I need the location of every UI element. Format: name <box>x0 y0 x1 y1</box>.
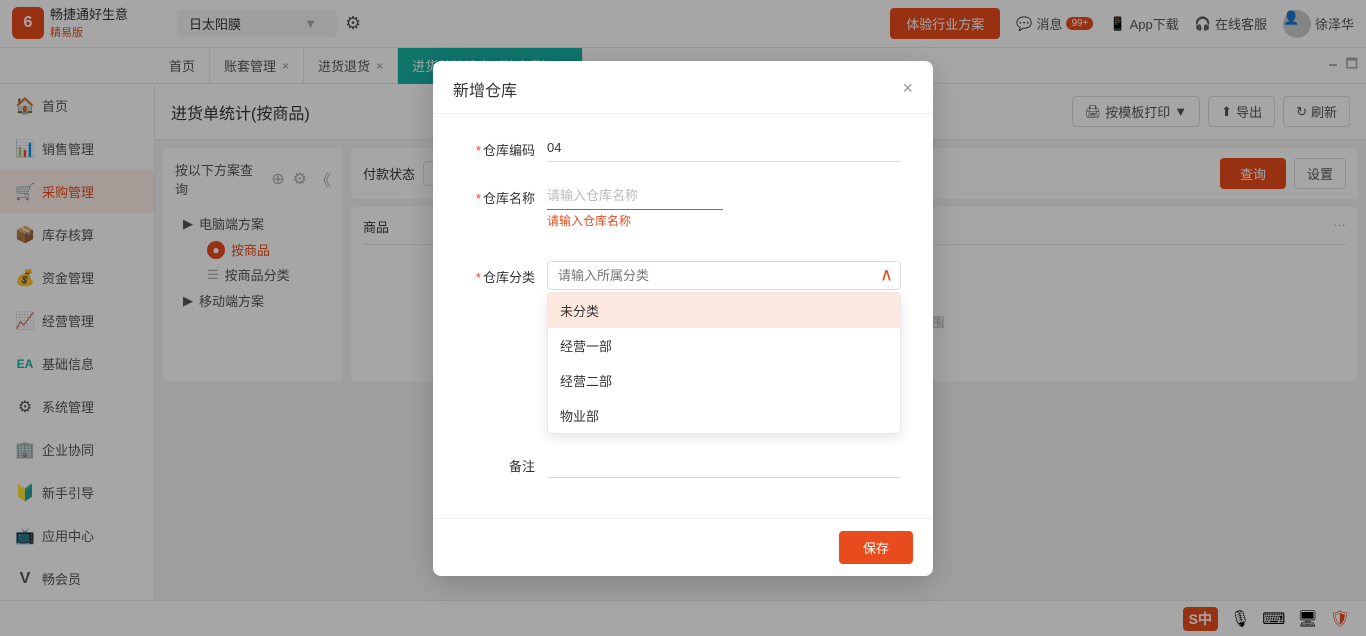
dropdown-item-0[interactable]: 未分类 <box>548 293 900 328</box>
input-name[interactable] <box>547 182 723 210</box>
label-code: 仓库编码 <box>465 134 535 159</box>
input-category[interactable] <box>547 261 901 290</box>
label-category: 仓库分类 <box>465 261 535 286</box>
modal-overlay: 新增仓库 × 仓库编码 仓库名称 请输入仓库名称 仓库分类 <box>0 0 1366 636</box>
modal-header: 新增仓库 × <box>433 61 933 114</box>
modal-close-button[interactable]: × <box>902 78 913 99</box>
category-dropdown: 未分类 经营一部 经营二部 物业部 <box>547 292 901 434</box>
modal-footer: 保存 <box>433 518 933 576</box>
input-code[interactable] <box>547 134 901 162</box>
modal-title: 新增仓库 <box>453 77 517 101</box>
dropdown-item-2[interactable]: 经营二部 <box>548 363 900 398</box>
error-msg-name: 请输入仓库名称 <box>547 210 901 229</box>
label-name: 仓库名称 <box>465 182 535 207</box>
label-remark: 备注 <box>465 450 535 475</box>
input-remark[interactable] <box>547 450 901 478</box>
form-item-code: 仓库编码 <box>465 134 901 162</box>
form-item-category: 仓库分类 ∧ 未分类 经营一部 经营二部 物业部 <box>465 261 901 290</box>
modal-body: 仓库编码 仓库名称 请输入仓库名称 仓库分类 ∧ 未分类 <box>433 114 933 518</box>
category-select-wrap: ∧ 未分类 经营一部 经营二部 物业部 <box>547 261 901 290</box>
add-warehouse-modal: 新增仓库 × 仓库编码 仓库名称 请输入仓库名称 仓库分类 <box>433 61 933 576</box>
form-item-name: 仓库名称 请输入仓库名称 <box>465 182 901 229</box>
dropdown-item-3[interactable]: 物业部 <box>548 398 900 433</box>
dropdown-item-1[interactable]: 经营一部 <box>548 328 900 363</box>
save-button[interactable]: 保存 <box>839 531 913 564</box>
form-item-remark: 备注 <box>465 450 901 478</box>
